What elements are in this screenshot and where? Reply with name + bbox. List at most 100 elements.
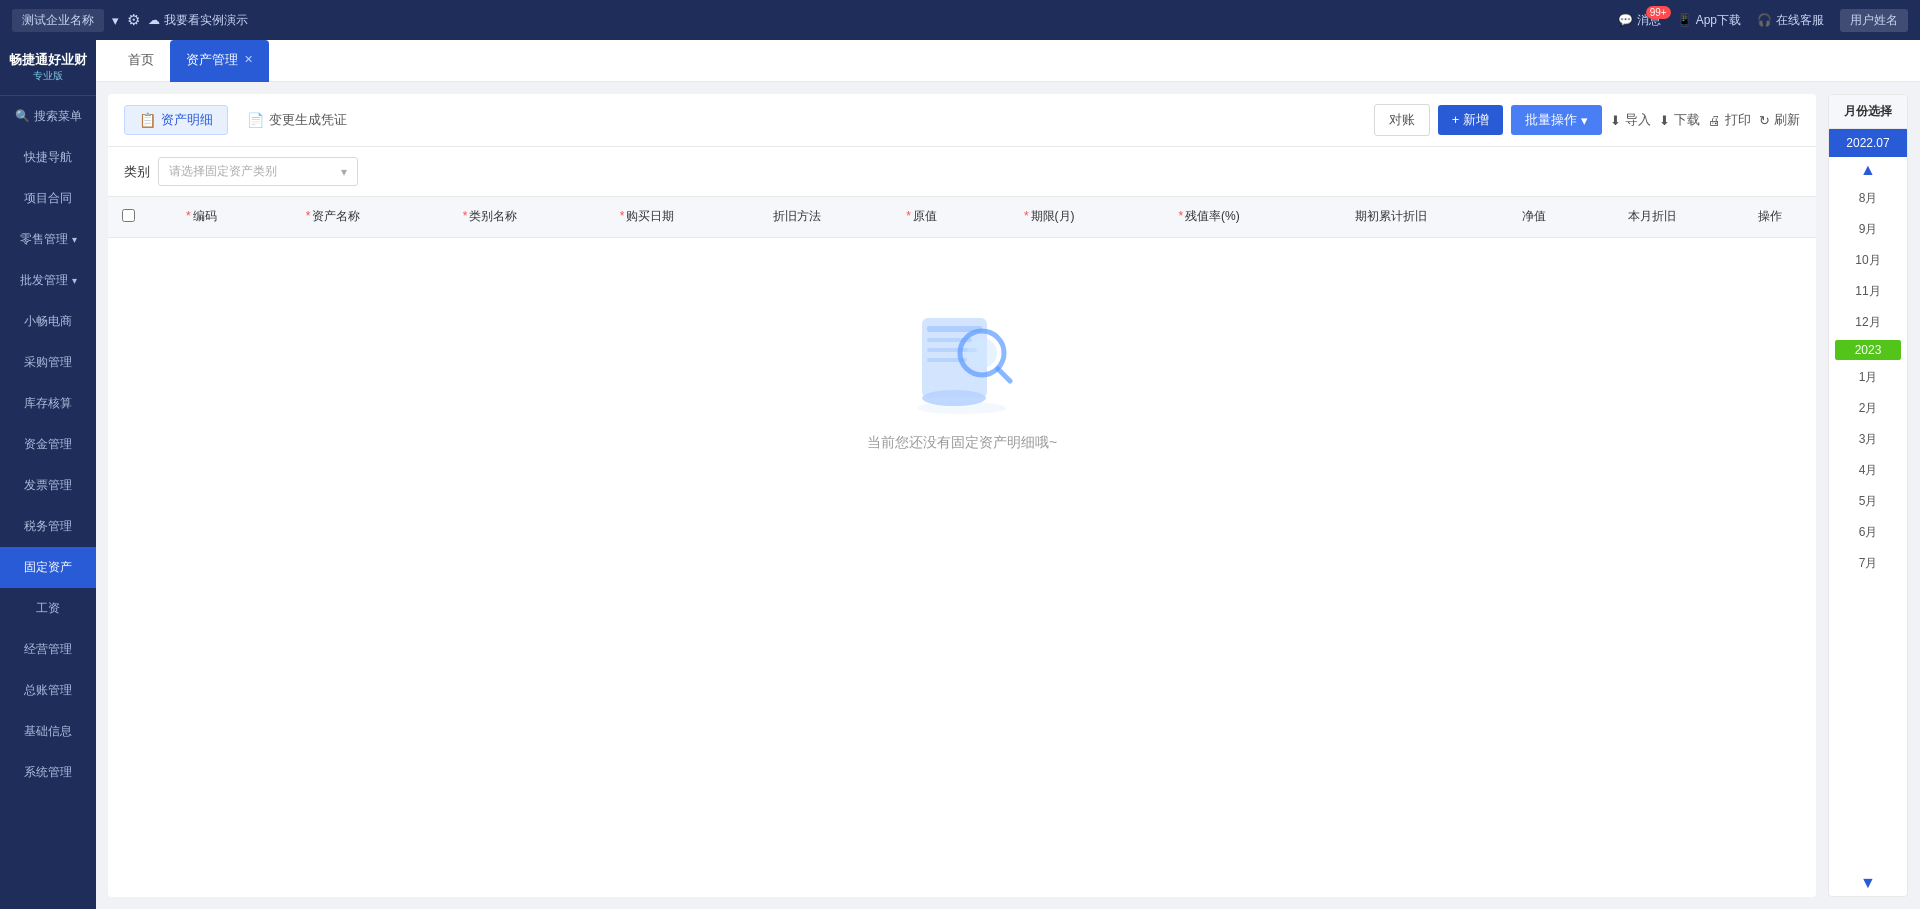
- sidebar-item-wholesale[interactable]: 批发管理 ▾: [0, 260, 96, 301]
- category-label: 类别: [124, 163, 150, 181]
- sidebar-item-invoice[interactable]: 发票管理: [0, 465, 96, 506]
- sidebar-item-system[interactable]: 系统管理: [0, 752, 96, 793]
- change-voucher-icon: 📄: [247, 112, 264, 128]
- company-dropdown-arrow[interactable]: ▾: [112, 13, 119, 28]
- import-icon: ⬇: [1610, 113, 1621, 128]
- phone-icon: 📱: [1677, 13, 1692, 27]
- sidebar: 畅捷通好业财 专业版 🔍 搜索菜单 快捷导航 项目合同 零售管理 ▾ 批发管理 …: [0, 40, 96, 909]
- brand-name: 畅捷通好业财: [8, 52, 88, 69]
- top-bar-left: 测试企业名称 ▾ ⚙ ☁ 我要看实例演示: [12, 9, 1608, 32]
- import-button[interactable]: ⬇ 导入: [1610, 111, 1651, 129]
- download-button[interactable]: ⬇ 下载: [1659, 111, 1700, 129]
- message-button[interactable]: 💬 消息 99+: [1618, 12, 1661, 29]
- refresh-icon: ↻: [1759, 113, 1770, 128]
- sidebar-item-tax[interactable]: 税务管理: [0, 506, 96, 547]
- col-operation: 操作: [1723, 197, 1816, 237]
- main-toolbar-right: 对账 + 新增 批量操作 ▾ ⬇ 导入 ⬇ 下载: [1374, 104, 1800, 136]
- sub-tabs: 📋 资产明细 📄 变更生成凭证 对账 + 新增 批量操作 ▾: [108, 94, 1816, 147]
- sidebar-item-ledger[interactable]: 总账管理: [0, 670, 96, 711]
- tab-close-icon[interactable]: ✕: [244, 53, 253, 66]
- svg-line-9: [998, 369, 1010, 381]
- print-icon: 🖨: [1708, 113, 1721, 128]
- message-icon: 💬: [1618, 13, 1633, 27]
- tab-asset-management[interactable]: 资产管理 ✕: [170, 40, 269, 82]
- sidebar-item-finance[interactable]: 资金管理: [0, 424, 96, 465]
- app-download-button[interactable]: 📱 App下载: [1677, 12, 1741, 29]
- col-depreciation-method: 折旧方法: [725, 197, 868, 237]
- top-bar-right: 💬 消息 99+ 📱 App下载 🎧 在线客服 用户姓名: [1618, 9, 1908, 32]
- wholesale-arrow-icon: ▾: [72, 275, 77, 286]
- empty-text: 当前您还没有固定资产明细哦~: [867, 434, 1057, 452]
- month-item-5[interactable]: 5月: [1829, 486, 1907, 517]
- table-container: *编码 *资产名称 *类别名称 *购买日期 折旧方法 *原值 *期限(月) *残…: [108, 197, 1816, 897]
- search-icon: 🔍: [15, 109, 30, 123]
- col-net-value: 净值: [1488, 197, 1581, 237]
- table-checkbox-header[interactable]: [108, 197, 148, 237]
- filter-bar: 类别 请选择固定资产类别 ▾: [108, 147, 1816, 197]
- month-item-2[interactable]: 2月: [1829, 393, 1907, 424]
- empty-state: 当前您还没有固定资产明细哦~: [108, 238, 1816, 512]
- main-layout: 畅捷通好业财 专业版 🔍 搜索菜单 快捷导航 项目合同 零售管理 ▾ 批发管理 …: [0, 40, 1920, 909]
- month-item-6[interactable]: 6月: [1829, 517, 1907, 548]
- headset-icon: 🎧: [1757, 13, 1772, 27]
- sidebar-item-search[interactable]: 🔍 搜索菜单: [0, 96, 96, 137]
- sub-tab-asset-detail[interactable]: 📋 资产明细: [124, 105, 228, 135]
- month-item-9[interactable]: 9月: [1829, 214, 1907, 245]
- sidebar-item-basic-info[interactable]: 基础信息: [0, 711, 96, 752]
- top-bar: 测试企业名称 ▾ ⚙ ☁ 我要看实例演示 💬 消息 99+ 📱 App下载 🎧 …: [0, 0, 1920, 40]
- month-item-11[interactable]: 11月: [1829, 276, 1907, 307]
- col-category: *类别名称: [412, 197, 569, 237]
- month-item-1[interactable]: 1月: [1829, 362, 1907, 393]
- sidebar-item-inventory[interactable]: 库存核算: [0, 383, 96, 424]
- download-icon: ⬇: [1659, 113, 1670, 128]
- sidebar-item-purchase[interactable]: 采购管理: [0, 342, 96, 383]
- month-nav-down[interactable]: ▼: [1829, 870, 1907, 896]
- col-accum-depreciation: 期初累计折旧: [1295, 197, 1488, 237]
- add-button[interactable]: + 新增: [1438, 105, 1503, 135]
- svg-point-8: [967, 338, 997, 368]
- month-item-10[interactable]: 10月: [1829, 245, 1907, 276]
- year-marker-2023: 2023: [1835, 340, 1901, 360]
- sidebar-item-project[interactable]: 项目合同: [0, 178, 96, 219]
- company-name[interactable]: 测试企业名称: [12, 9, 104, 32]
- asset-detail-icon: 📋: [139, 112, 156, 128]
- month-item-3[interactable]: 3月: [1829, 424, 1907, 455]
- tab-home[interactable]: 首页: [112, 40, 170, 82]
- category-dropdown-icon: ▾: [341, 165, 347, 179]
- page-content: 📋 资产明细 📄 变更生成凭证 对账 + 新增 批量操作 ▾: [96, 82, 1920, 909]
- match-button[interactable]: 对账: [1374, 104, 1430, 136]
- user-avatar[interactable]: 用户姓名: [1840, 9, 1908, 32]
- col-monthly-depreciation: 本月折旧: [1580, 197, 1723, 237]
- settings-icon[interactable]: ⚙: [127, 11, 140, 29]
- category-select[interactable]: 请选择固定资产类别 ▾: [158, 157, 358, 186]
- select-all-checkbox[interactable]: [122, 209, 135, 222]
- month-panel-title: 月份选择: [1829, 95, 1907, 129]
- message-badge: 99+: [1646, 6, 1671, 19]
- sidebar-item-operations[interactable]: 经营管理: [0, 629, 96, 670]
- month-nav-up[interactable]: ▲: [1829, 157, 1907, 183]
- category-placeholder: 请选择固定资产类别: [169, 163, 277, 180]
- brand-sub: 专业版: [8, 69, 88, 83]
- batch-button[interactable]: 批量操作 ▾: [1511, 105, 1602, 135]
- sidebar-item-payroll[interactable]: 工资: [0, 588, 96, 629]
- asset-table: *编码 *资产名称 *类别名称 *购买日期 折旧方法 *原值 *期限(月) *残…: [108, 197, 1816, 238]
- col-code: *编码: [148, 197, 255, 237]
- sidebar-item-ecommerce[interactable]: 小畅电商: [0, 301, 96, 342]
- sub-tab-change-voucher[interactable]: 📄 变更生成凭证: [232, 105, 362, 135]
- month-item-7[interactable]: 7月: [1829, 548, 1907, 579]
- retail-arrow-icon: ▾: [72, 234, 77, 245]
- print-button[interactable]: 🖨 打印: [1708, 111, 1751, 129]
- refresh-button[interactable]: ↻ 刷新: [1759, 111, 1800, 129]
- month-current-selected[interactable]: 2022.07: [1829, 129, 1907, 157]
- empty-illustration: [902, 298, 1022, 418]
- sidebar-item-quick-nav[interactable]: 快捷导航: [0, 137, 96, 178]
- sidebar-item-fixed-assets[interactable]: 固定资产: [0, 547, 96, 588]
- month-item-12[interactable]: 12月: [1829, 307, 1907, 338]
- col-asset-name: *资产名称: [255, 197, 412, 237]
- demo-link[interactable]: ☁ 我要看实例演示: [148, 12, 248, 29]
- month-list: 8月 9月 10月 11月 12月 2023 1月 2月 3月 4月 5月 6月…: [1829, 183, 1907, 870]
- online-service-button[interactable]: 🎧 在线客服: [1757, 12, 1824, 29]
- month-item-8[interactable]: 8月: [1829, 183, 1907, 214]
- sidebar-item-retail[interactable]: 零售管理 ▾: [0, 219, 96, 260]
- month-item-4[interactable]: 4月: [1829, 455, 1907, 486]
